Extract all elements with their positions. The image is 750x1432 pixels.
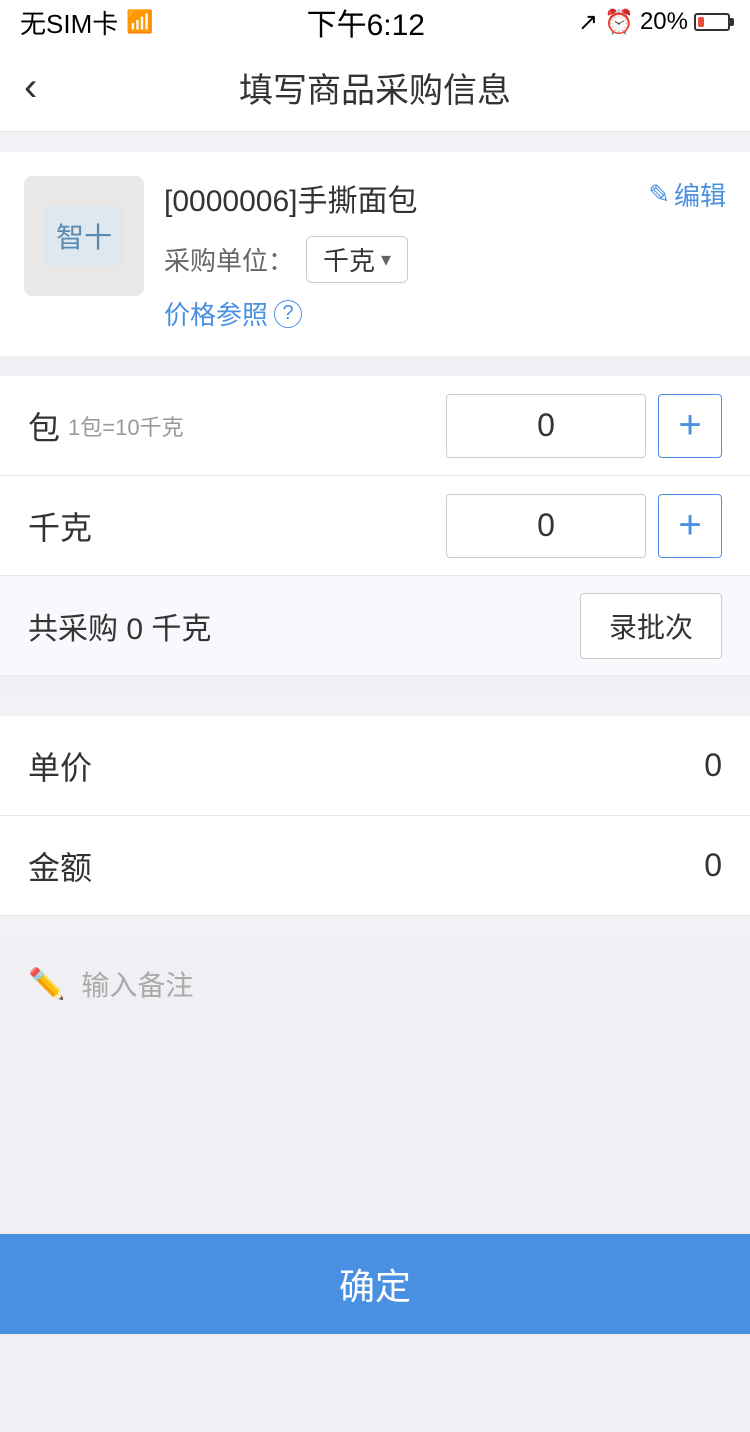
empty-space <box>0 1032 750 1432</box>
bao-plus-button[interactable]: + <box>658 394 722 458</box>
page-title: 填写商品采购信息 <box>239 63 511 112</box>
carrier-text: 无SIM卡 <box>20 4 118 41</box>
price-ref-text: 价格参照 <box>164 295 268 332</box>
kg-plus-button[interactable]: + <box>658 494 722 558</box>
section-divider-2 <box>0 676 750 696</box>
unit-label: 采购单位： <box>164 241 294 278</box>
note-placeholder: 输入备注 <box>81 964 193 1004</box>
product-info: [0000006]手撕面包 采购单位： 千克 ▾ 价格参照 ? <box>164 176 726 332</box>
bao-label: 包 <box>28 403 60 449</box>
product-name: [0000006]手撕面包 <box>164 176 726 220</box>
status-time: 下午6:12 <box>307 0 425 44</box>
confirm-button[interactable]: 确定 <box>0 1234 750 1334</box>
unit-price-value: 0 <box>704 747 722 784</box>
section-divider-1 <box>0 356 750 376</box>
edit-icon: ✎ <box>648 179 670 210</box>
back-button[interactable]: ‹ <box>24 65 37 110</box>
nav-bar: ‹ 填写商品采购信息 <box>0 44 750 132</box>
price-section: 单价 0 金额 0 <box>0 716 750 916</box>
alarm-icon: ⏰ <box>604 8 634 37</box>
logo-text: 智十 <box>56 216 112 256</box>
amount-label: 金额 <box>28 843 704 889</box>
location-icon: ↗ <box>578 8 598 37</box>
kg-label: 千克 <box>28 503 92 549</box>
kg-row: 千克 + <box>0 476 750 576</box>
summary-row: 共采购 0 千克 录批次 <box>0 576 750 676</box>
summary-text: 共采购 0 千克 <box>28 604 211 648</box>
battery-percent: 20% <box>640 8 688 36</box>
product-unit-row: 采购单位： 千克 ▾ <box>164 236 726 283</box>
edit-link[interactable]: ✎ 编辑 <box>648 176 726 213</box>
wifi-icon: 📶 <box>126 9 153 35</box>
battery-fill <box>698 17 704 27</box>
bao-sub-label: 1包=10千克 <box>68 410 184 442</box>
note-section[interactable]: ✏️ 输入备注 <box>0 936 750 1032</box>
unit-price-label: 单价 <box>28 743 704 789</box>
bao-input[interactable]: 0 <box>446 394 646 458</box>
bao-row: 包 1包=10千克 0 + <box>0 376 750 476</box>
unit-dropdown[interactable]: 千克 ▾ <box>306 236 408 283</box>
status-right: ↗ ⏰ 20% <box>578 8 730 37</box>
product-image: 智十 <box>24 176 144 296</box>
edit-label: 编辑 <box>674 176 726 213</box>
batch-button[interactable]: 录批次 <box>580 593 722 659</box>
price-ref-link[interactable]: 价格参照 ? <box>164 295 726 332</box>
info-icon: ? <box>274 300 302 328</box>
unit-value: 千克 <box>323 241 375 278</box>
unit-price-row: 单价 0 <box>0 716 750 816</box>
status-left: 无SIM卡 📶 <box>20 4 154 41</box>
pencil-icon: ✏️ <box>28 967 65 1002</box>
chevron-down-icon: ▾ <box>381 247 391 272</box>
status-bar: 无SIM卡 📶 下午6:12 ↗ ⏰ 20% <box>0 0 750 44</box>
amount-row: 金额 0 <box>0 816 750 916</box>
battery-icon <box>694 13 730 31</box>
amount-value: 0 <box>704 847 722 884</box>
kg-input[interactable] <box>446 494 646 558</box>
product-logo: 智十 <box>44 206 124 266</box>
product-card: 智十 [0000006]手撕面包 采购单位： 千克 ▾ 价格参照 ? ✎ 编辑 <box>0 152 750 356</box>
input-section: 包 1包=10千克 0 + 千克 + <box>0 376 750 576</box>
